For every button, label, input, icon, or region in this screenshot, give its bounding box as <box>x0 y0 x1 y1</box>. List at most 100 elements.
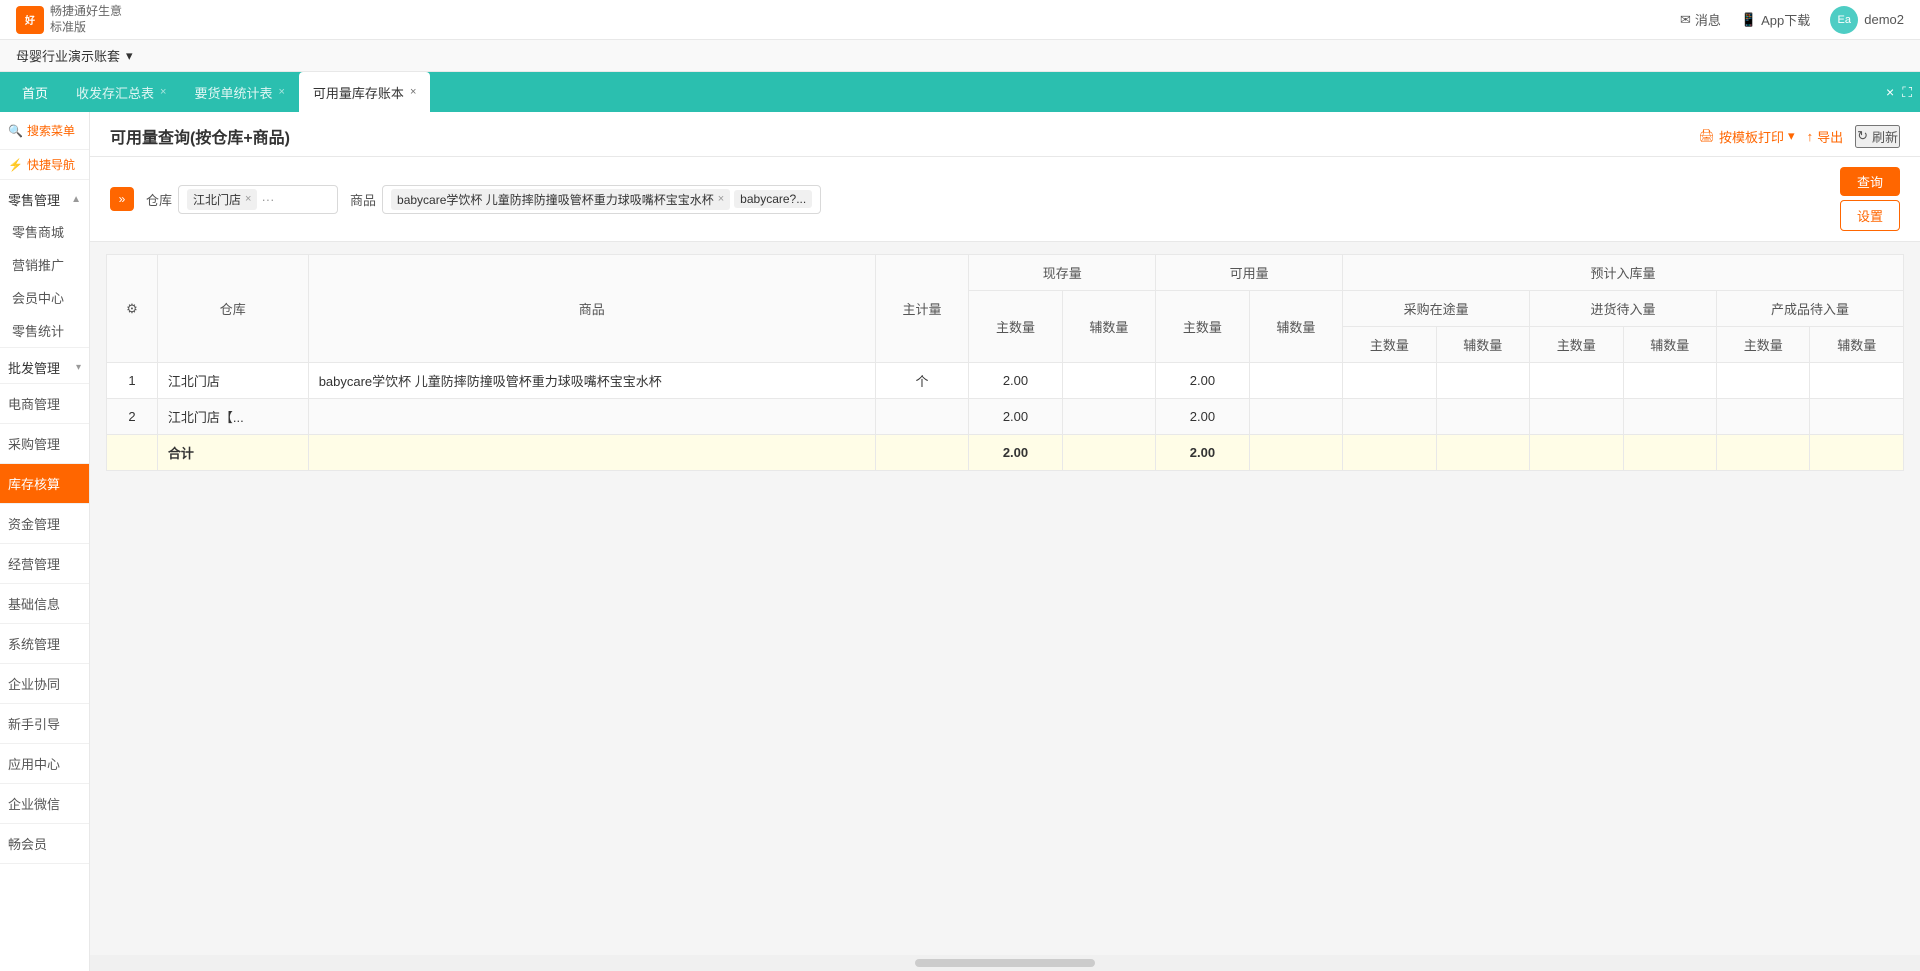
th-warehouse: 仓库 <box>157 255 308 363</box>
td-unit: 个 <box>875 363 968 399</box>
sidebar-group-wholesale-title[interactable]: 批发管理 ▾ <box>0 348 89 383</box>
sidebar-item-member[interactable]: 会员中心 <box>0 281 89 314</box>
page-header: 可用量查询(按仓库+商品) 🖨 按模板打印 ▾ ↑ 导出 ↻ 刷新 <box>90 112 1920 157</box>
td-total-incoming-main <box>1530 435 1623 471</box>
th-purchase-group: 采购在途量 <box>1343 291 1530 327</box>
sidebar-item-changhui[interactable]: 畅会员 <box>0 824 89 863</box>
scrollbar-thumb[interactable] <box>915 959 1095 967</box>
logo-text: 畅捷通好生意 标准版 <box>50 4 122 35</box>
chevron-down-icon: ▾ <box>126 48 133 64</box>
tab-available[interactable]: 可用量库存账本 × <box>299 72 430 112</box>
table-total-row: 合计 2.00 2.00 <box>107 435 1904 471</box>
sidebar-item-finance[interactable]: 资金管理 <box>0 504 89 543</box>
th-production-aux: 辅数量 <box>1810 327 1904 363</box>
data-table: ⚙ 仓库 商品 主计量 现存量 可用量 预计入库量 主数量 辅数量 主数量 辅数… <box>106 254 1904 471</box>
th-settings[interactable]: ⚙ <box>107 255 158 363</box>
product-tag-1: babycare学饮杯 儿童防摔防撞吸管杯重力球吸嘴杯宝宝水杯 × <box>391 189 730 210</box>
th-production-group: 产成品待入量 <box>1716 291 1903 327</box>
export-icon: ↑ <box>1807 129 1814 144</box>
td-total-empty-2 <box>308 435 875 471</box>
print-icon: 🖨 <box>1699 128 1716 144</box>
filter-actions: 查询 设置 <box>1840 167 1900 231</box>
td-purchase-aux <box>1436 363 1529 399</box>
td-production-aux <box>1810 363 1904 399</box>
search-icon: 🔍 <box>8 124 23 138</box>
td-total-available-aux <box>1249 435 1342 471</box>
td-subtotal-production-aux <box>1810 399 1904 435</box>
remove-product-tag-1[interactable]: × <box>718 193 724 205</box>
th-incoming-aux: 辅数量 <box>1623 327 1716 363</box>
export-button[interactable]: ↑ 导出 <box>1807 127 1844 146</box>
sidebar-search[interactable]: 🔍 搜索菜单 <box>0 112 89 150</box>
sidebar-item-inventory[interactable]: 库存核算 <box>0 464 89 503</box>
td-subtotal-no: 2 <box>107 399 158 435</box>
user-menu[interactable]: Ea demo2 <box>1830 6 1904 34</box>
close-icon[interactable]: × <box>278 86 284 98</box>
td-total-available-main: 2.00 <box>1156 435 1249 471</box>
sidebar-item-basic[interactable]: 基础信息 <box>0 584 89 623</box>
chevron-down-icon: ▾ <box>76 362 81 373</box>
sidebar-item-newguide[interactable]: 新手引导 <box>0 704 89 743</box>
warehouse-filter: 仓库 江北门店 × ··· <box>146 185 338 214</box>
sidebar-item-ecommerce[interactable]: 电商管理 <box>0 384 89 423</box>
sidebar-item-retail-mall[interactable]: 零售商城 <box>0 215 89 248</box>
th-unit: 主计量 <box>875 255 968 363</box>
filter-expand-button[interactable]: » <box>110 187 134 211</box>
product-input[interactable]: babycare学饮杯 儿童防摔防撞吸管杯重力球吸嘴杯宝宝水杯 × babyca… <box>382 185 821 214</box>
close-icon[interactable]: × <box>160 86 166 98</box>
tab-bar: 首页 收发存汇总表 × 要货单统计表 × 可用量库存账本 × × ⛶ <box>0 72 1920 112</box>
close-icon[interactable]: × <box>410 86 416 98</box>
th-purchase-aux: 辅数量 <box>1436 327 1529 363</box>
th-stock-main: 主数量 <box>969 291 1062 363</box>
industry-select[interactable]: 母婴行业演示账套 ▾ <box>16 46 133 65</box>
tab-home[interactable]: 首页 <box>8 72 62 112</box>
horizontal-scrollbar[interactable] <box>90 955 1920 971</box>
sidebar-nav[interactable]: ⚡ 快捷导航 <box>0 150 89 180</box>
refresh-button[interactable]: ↻ 刷新 <box>1855 125 1900 148</box>
td-stock-aux <box>1062 363 1155 399</box>
th-product: 商品 <box>308 255 875 363</box>
main-area: 🔍 搜索菜单 ⚡ 快捷导航 零售管理 ▲ 零售商城 营销推广 会员中心 零售统计… <box>0 112 1920 971</box>
message-button[interactable]: ✉ 消息 <box>1680 10 1721 29</box>
gear-icon: ⚙ <box>126 301 138 316</box>
close-all-icon[interactable]: × <box>1886 84 1894 100</box>
td-subtotal-available-aux <box>1249 399 1342 435</box>
print-button[interactable]: 🖨 按模板打印 ▾ <box>1699 127 1795 146</box>
td-subtotal-purchase-aux <box>1436 399 1529 435</box>
td-no: 1 <box>107 363 158 399</box>
chevron-up-icon: ▲ <box>71 194 81 205</box>
tab-actions: × ⛶ <box>1886 84 1912 101</box>
product-label: 商品 <box>350 190 376 209</box>
sidebar-item-purchase[interactable]: 采购管理 <box>0 424 89 463</box>
top-bar-right: ✉ 消息 📱 App下载 Ea demo2 <box>1680 6 1904 34</box>
sidebar-item-enterprise[interactable]: 企业协同 <box>0 664 89 703</box>
maximize-icon[interactable]: ⛶ <box>1902 84 1912 101</box>
settings-button[interactable]: 设置 <box>1840 200 1900 231</box>
td-total-empty-3 <box>875 435 968 471</box>
sidebar-item-marketing[interactable]: 营销推广 <box>0 248 89 281</box>
query-button[interactable]: 查询 <box>1840 167 1900 196</box>
sidebar-item-system[interactable]: 系统管理 <box>0 624 89 663</box>
th-incoming-group: 进货待入量 <box>1530 291 1717 327</box>
td-total-purchase-aux <box>1436 435 1529 471</box>
app-download-button[interactable]: 📱 App下载 <box>1741 10 1810 29</box>
sidebar-group-retail-title[interactable]: 零售管理 ▲ <box>0 180 89 215</box>
sidebar-item-retail-stats[interactable]: 零售统计 <box>0 314 89 347</box>
table-row: 1 江北门店 babycare学饮杯 儿童防摔防撞吸管杯重力球吸嘴杯宝宝水杯 个… <box>107 363 1904 399</box>
top-bar: 好 畅捷通好生意 标准版 ✉ 消息 📱 App下载 Ea demo2 <box>0 0 1920 40</box>
remove-warehouse-tag[interactable]: × <box>245 193 251 205</box>
sidebar-item-appstore[interactable]: 应用中心 <box>0 744 89 783</box>
td-purchase-main <box>1343 363 1436 399</box>
td-subtotal-incoming-aux <box>1623 399 1716 435</box>
sidebar-item-operation[interactable]: 经营管理 <box>0 544 89 583</box>
sidebar-item-wechat[interactable]: 企业微信 <box>0 784 89 823</box>
td-total-incoming-aux <box>1623 435 1716 471</box>
message-icon: ✉ <box>1680 12 1691 28</box>
tab-receive[interactable]: 收发存汇总表 × <box>62 72 180 112</box>
more-options-icon[interactable]: ··· <box>261 192 274 207</box>
td-subtotal-warehouse: 江北门店【... <box>157 399 308 435</box>
tab-order[interactable]: 要货单统计表 × <box>180 72 298 112</box>
phone-icon: 📱 <box>1741 12 1757 28</box>
warehouse-input[interactable]: 江北门店 × ··· <box>178 185 338 214</box>
sidebar-group-basic: 基础信息 <box>0 584 89 624</box>
